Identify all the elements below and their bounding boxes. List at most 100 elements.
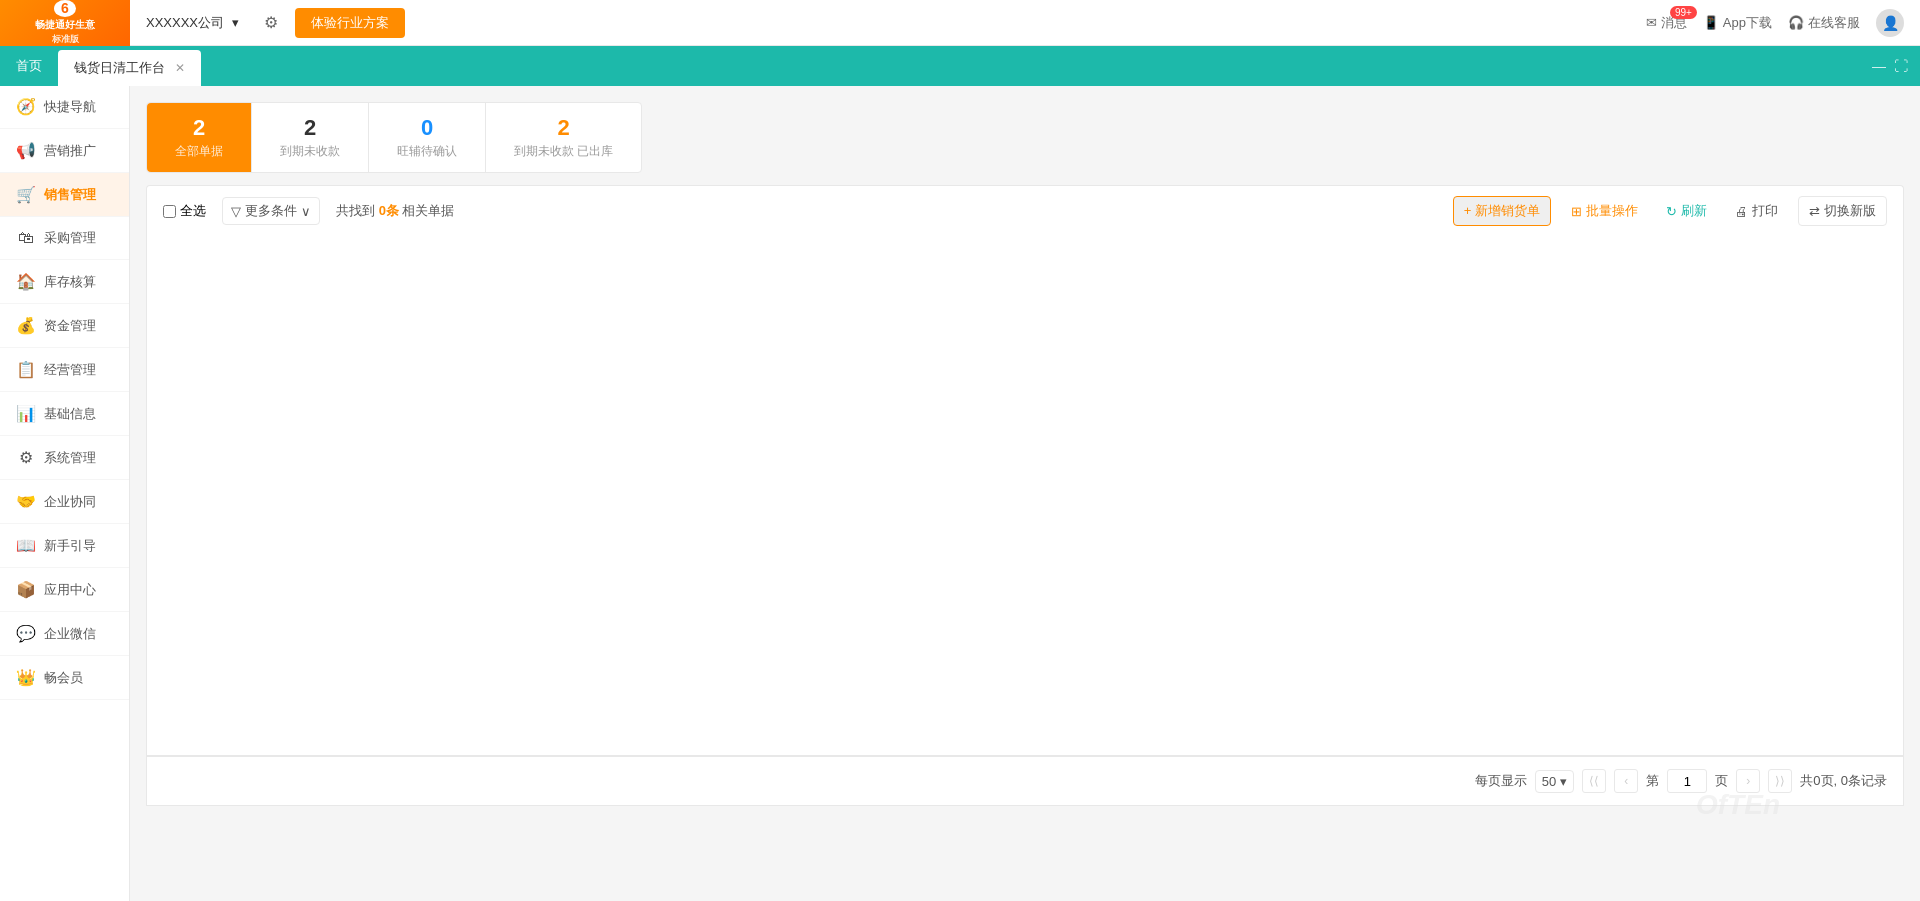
- switch-version-button[interactable]: ⇄ 切换新版: [1798, 196, 1887, 226]
- avatar-icon: 👤: [1882, 15, 1899, 31]
- avatar[interactable]: 👤: [1876, 9, 1904, 37]
- enterprise-icon: 🤝: [16, 492, 36, 511]
- tab-cashflow-label: 钱货日清工作台: [74, 59, 165, 77]
- tab-maximize-icon[interactable]: ⛶: [1894, 58, 1908, 74]
- tab-home-label: 首页: [16, 57, 42, 75]
- sidebar-item-inventory[interactable]: 🏠 库存核算: [0, 260, 129, 304]
- stats-overdue-label: 到期未收款: [280, 143, 340, 160]
- stats-overdue-num: 2: [280, 115, 340, 141]
- sidebar-item-operations[interactable]: 📋 经营管理: [0, 348, 129, 392]
- switch-label: 切换新版: [1824, 202, 1876, 220]
- finance-icon: 💰: [16, 316, 36, 335]
- sidebar-item-member[interactable]: 👑 畅会员: [0, 656, 129, 700]
- trial-button[interactable]: 体验行业方案: [295, 8, 405, 38]
- sidebar-item-purchase[interactable]: 🛍 采购管理: [0, 217, 129, 260]
- app-download-button[interactable]: 📱 App下载: [1703, 14, 1772, 32]
- online-service-label: 在线客服: [1808, 14, 1860, 32]
- tab-close-icon[interactable]: ✕: [175, 61, 185, 75]
- pagination-bar: 每页显示 50 ▾ ⟨⟨ ‹ 第 页 › ⟩⟩ 共0页, 0条记录: [146, 756, 1904, 806]
- page-size-select[interactable]: 50 ▾: [1535, 770, 1574, 793]
- sidebar-label-app-center: 应用中心: [44, 581, 96, 599]
- stats-pending-num: 0: [397, 115, 457, 141]
- count-prefix: 共找到: [336, 203, 375, 218]
- sidebar-item-marketing[interactable]: 📢 营销推广: [0, 129, 129, 173]
- gear-icon: ⚙: [264, 13, 278, 32]
- toolbar-right: + 新增销货单 ⊞ 批量操作 ↻ 刷新 🖨 打印 ⇄ 切换新版: [1453, 196, 1887, 226]
- filter-button[interactable]: ▽ 更多条件 ∨: [222, 197, 320, 225]
- stats-tabs: 2 全部单据 2 到期未收款 0 旺辅待确认 2 到期未收款 已出库: [146, 102, 642, 173]
- tab-bar-actions: — ⛶: [1872, 58, 1920, 74]
- sidebar-label-wechat: 企业微信: [44, 625, 96, 643]
- refresh-icon: ↻: [1666, 204, 1677, 219]
- purchase-icon: 🛍: [16, 229, 36, 247]
- select-all-input[interactable]: [163, 205, 176, 218]
- stats-tab-overdue-out[interactable]: 2 到期未收款 已出库: [486, 103, 641, 172]
- system-icon: ⚙: [16, 448, 36, 467]
- sidebar-item-app-center[interactable]: 📦 应用中心: [0, 568, 129, 612]
- chevron-down-icon: ∨: [301, 204, 311, 219]
- operations-icon: 📋: [16, 360, 36, 379]
- sidebar-item-guide[interactable]: 📖 新手引导: [0, 524, 129, 568]
- member-icon: 👑: [16, 668, 36, 687]
- batch-operation-button[interactable]: ⊞ 批量操作: [1563, 198, 1646, 224]
- guide-icon: 📖: [16, 536, 36, 555]
- sidebar-item-sales[interactable]: 🛒 销售管理: [0, 173, 129, 217]
- chevron-down-icon: ▾: [232, 15, 239, 30]
- stats-tab-all[interactable]: 2 全部单据: [147, 103, 252, 172]
- select-all-checkbox[interactable]: 全选: [163, 202, 206, 220]
- download-icon: 📱: [1703, 15, 1719, 30]
- tab-home[interactable]: 首页: [0, 46, 58, 86]
- sidebar-item-basic-info[interactable]: 📊 基础信息: [0, 392, 129, 436]
- tab-minimize-icon[interactable]: —: [1872, 58, 1886, 74]
- batch-icon: ⊞: [1571, 204, 1582, 219]
- message-button[interactable]: ✉ 消息 99+: [1646, 14, 1687, 32]
- add-sales-order-button[interactable]: + 新增销货单: [1453, 196, 1551, 226]
- sidebar-item-system[interactable]: ⚙ 系统管理: [0, 436, 129, 480]
- total-text: 共0页, 0条记录: [1800, 772, 1887, 790]
- wechat-icon: 💬: [16, 624, 36, 643]
- stats-tab-overdue[interactable]: 2 到期未收款: [252, 103, 369, 172]
- page-number-input[interactable]: [1667, 769, 1707, 793]
- sidebar-label-member: 畅会员: [44, 669, 83, 687]
- sidebar-label-marketing: 营销推广: [44, 142, 96, 160]
- count-text: 共找到 0条 相关单据: [336, 202, 454, 220]
- table-area: [146, 236, 1904, 756]
- sidebar-item-wechat[interactable]: 💬 企业微信: [0, 612, 129, 656]
- sales-icon: 🛒: [16, 185, 36, 204]
- app-download-label: App下载: [1723, 14, 1772, 32]
- company-selector[interactable]: XXXXXX公司 ▾: [130, 14, 255, 32]
- page-next-button[interactable]: ›: [1736, 769, 1760, 793]
- sidebar-label-sales: 销售管理: [44, 186, 96, 204]
- online-service-button[interactable]: 🎧 在线客服: [1788, 14, 1860, 32]
- marketing-icon: 📢: [16, 141, 36, 160]
- header-left: 6 畅捷通好生意 标准版 XXXXXX公司 ▾ ⚙ 体验行业方案: [0, 0, 405, 46]
- inventory-icon: 🏠: [16, 272, 36, 291]
- toolbar: 全选 ▽ 更多条件 ∨ 共找到 0条 相关单据 + 新增销货单 ⊞ 批量操作 ↻…: [146, 185, 1904, 236]
- sidebar-label-system: 系统管理: [44, 449, 96, 467]
- app-subtitle: 标准版: [52, 33, 79, 46]
- sidebar-item-enterprise[interactable]: 🤝 企业协同: [0, 480, 129, 524]
- sidebar-item-quick-nav[interactable]: 🧭 快捷导航: [0, 85, 129, 129]
- refresh-button[interactable]: ↻ 刷新: [1658, 198, 1715, 224]
- message-icon: ✉: [1646, 15, 1657, 30]
- sidebar-item-finance[interactable]: 💰 资金管理: [0, 304, 129, 348]
- page-size-value: 50: [1542, 774, 1556, 789]
- company-name: XXXXXX公司: [146, 14, 224, 32]
- sidebar-label-basic-info: 基础信息: [44, 405, 96, 423]
- refresh-label: 刷新: [1681, 202, 1707, 220]
- stats-pending-label: 旺辅待确认: [397, 143, 457, 160]
- header-right: ✉ 消息 99+ 📱 App下载 🎧 在线客服 👤: [1646, 9, 1904, 37]
- page-prev-button[interactable]: ‹: [1614, 769, 1638, 793]
- stats-all-label: 全部单据: [175, 143, 223, 160]
- page-first-button[interactable]: ⟨⟨: [1582, 769, 1606, 793]
- batch-label: 批量操作: [1586, 202, 1638, 220]
- settings-button[interactable]: ⚙: [255, 7, 287, 39]
- print-icon: 🖨: [1735, 204, 1748, 219]
- top-header: 6 畅捷通好生意 标准版 XXXXXX公司 ▾ ⚙ 体验行业方案 ✉ 消息 99…: [0, 0, 1920, 46]
- stats-tab-pending[interactable]: 0 旺辅待确认: [369, 103, 486, 172]
- print-button[interactable]: 🖨 打印: [1727, 198, 1786, 224]
- logo: 6 畅捷通好生意 标准版: [0, 0, 130, 46]
- tab-cashflow[interactable]: 钱货日清工作台 ✕: [58, 50, 201, 86]
- sidebar-label-inventory: 库存核算: [44, 273, 96, 291]
- page-last-button[interactable]: ⟩⟩: [1768, 769, 1792, 793]
